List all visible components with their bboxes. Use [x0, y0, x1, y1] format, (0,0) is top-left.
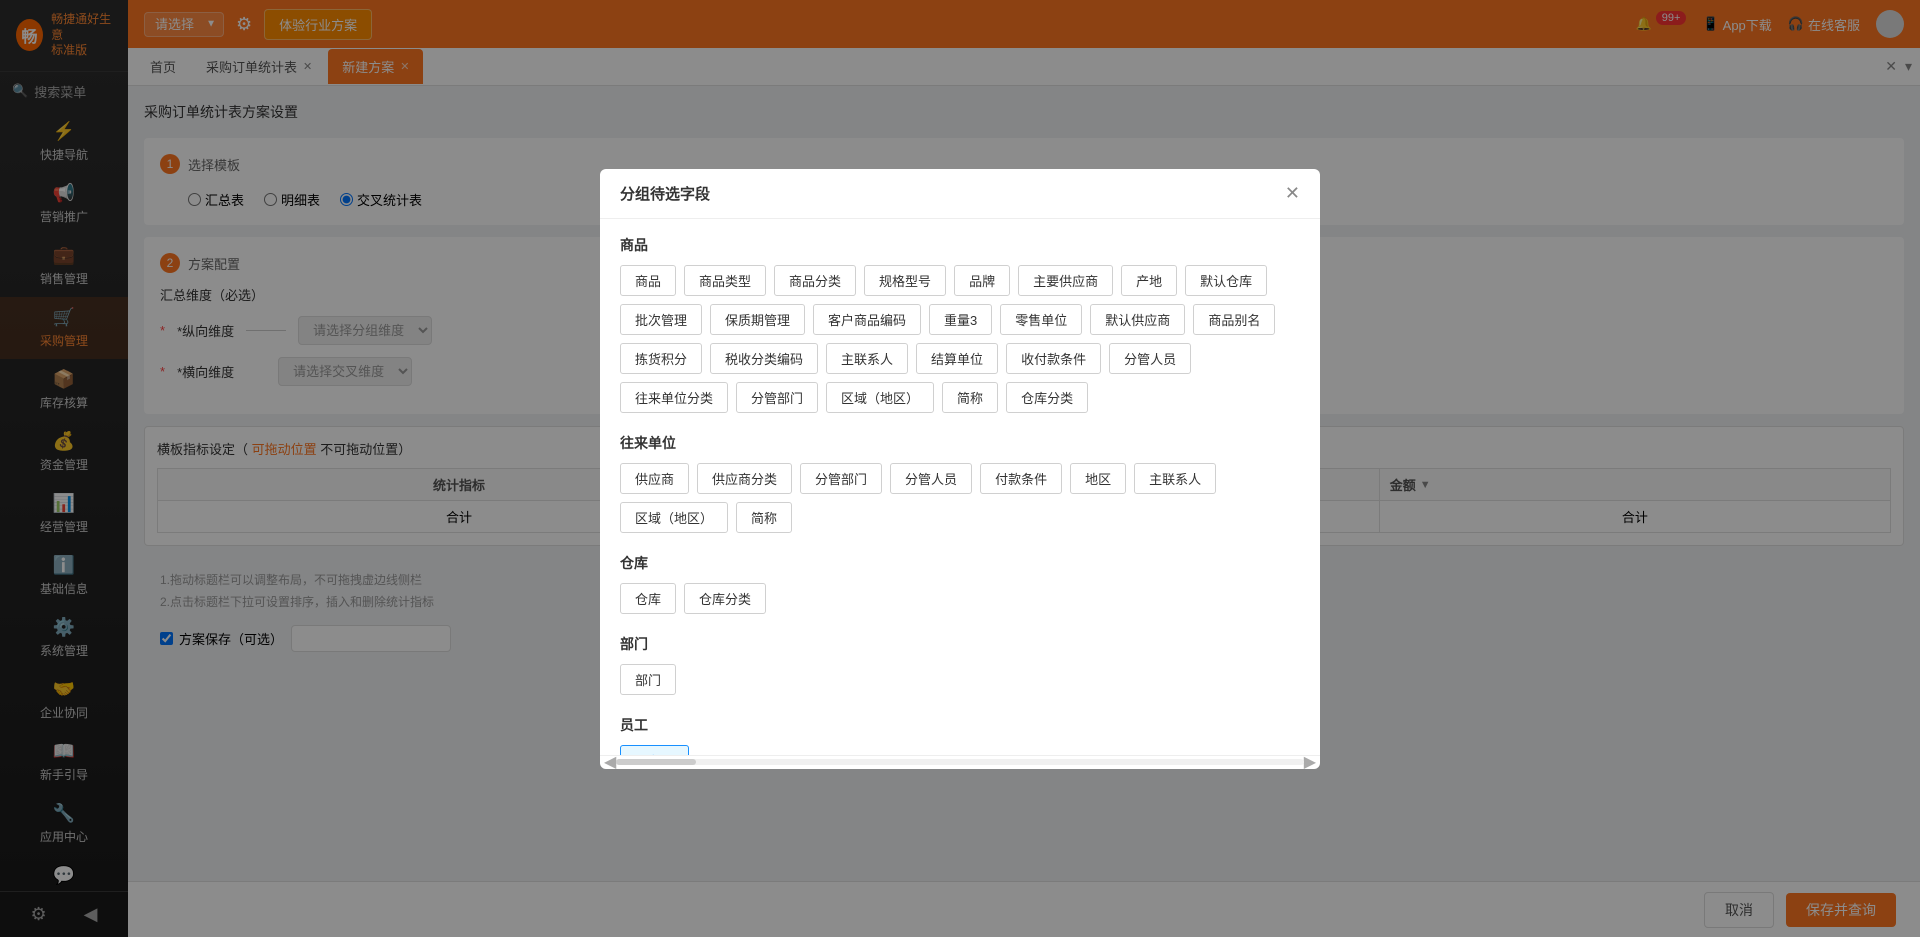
- field-tag-product-20[interactable]: 分管人员: [1109, 343, 1191, 374]
- scroll-left-btn[interactable]: ◀: [604, 752, 616, 772]
- field-tag-dept-0[interactable]: 部门: [620, 664, 676, 695]
- field-tag-product-24[interactable]: 简称: [942, 382, 998, 413]
- field-tags-warehouse: 仓库 仓库分类: [620, 583, 1300, 614]
- field-tag-product-1[interactable]: 商品类型: [684, 265, 766, 296]
- field-tag-product-16[interactable]: 税收分类编码: [710, 343, 818, 374]
- field-tag-partner-1[interactable]: 供应商分类: [697, 463, 792, 494]
- field-tag-partner-7[interactable]: 区域（地区）: [620, 502, 728, 533]
- field-group-staff: 员工 业务员: [620, 715, 1300, 755]
- modal-title: 分组待选字段: [620, 183, 710, 204]
- field-tag-product-3[interactable]: 规格型号: [864, 265, 946, 296]
- field-tag-partner-3[interactable]: 分管人员: [890, 463, 972, 494]
- field-tag-product-13[interactable]: 默认供应商: [1090, 304, 1185, 335]
- modal-horizontal-scrollbar[interactable]: ◀ ▶: [600, 755, 1320, 769]
- field-tag-product-8[interactable]: 批次管理: [620, 304, 702, 335]
- field-tags-partner: 供应商 供应商分类 分管部门 分管人员 付款条件 地区 主联系人 区域（地区） …: [620, 463, 1300, 533]
- field-tag-partner-8[interactable]: 简称: [736, 502, 792, 533]
- field-group-warehouse-title: 仓库: [620, 553, 1300, 573]
- field-tag-product-4[interactable]: 品牌: [954, 265, 1010, 296]
- modal-header: 分组待选字段 ✕: [600, 169, 1320, 219]
- field-tag-partner-6[interactable]: 主联系人: [1134, 463, 1216, 494]
- field-tag-product-11[interactable]: 重量3: [929, 304, 992, 335]
- field-tag-product-12[interactable]: 零售单位: [1000, 304, 1082, 335]
- field-tag-product-22[interactable]: 分管部门: [736, 382, 818, 413]
- field-tag-product-6[interactable]: 产地: [1121, 265, 1177, 296]
- field-tag-partner-5[interactable]: 地区: [1070, 463, 1126, 494]
- field-group-dept: 部门 部门: [620, 634, 1300, 695]
- field-tag-product-19[interactable]: 收付款条件: [1006, 343, 1101, 374]
- field-tag-partner-4[interactable]: 付款条件: [980, 463, 1062, 494]
- field-group-partner-title: 往来单位: [620, 433, 1300, 453]
- scrollbar-track[interactable]: [616, 759, 1303, 765]
- field-tag-product-18[interactable]: 结算单位: [916, 343, 998, 374]
- scrollbar-thumb[interactable]: [616, 759, 696, 765]
- field-tag-partner-2[interactable]: 分管部门: [800, 463, 882, 494]
- field-tag-product-15[interactable]: 拣货积分: [620, 343, 702, 374]
- field-tag-product-14[interactable]: 商品别名: [1193, 304, 1275, 335]
- field-group-partner: 往来单位 供应商 供应商分类 分管部门 分管人员 付款条件 地区 主联系人 区域…: [620, 433, 1300, 533]
- field-tag-staff-0[interactable]: 业务员: [620, 745, 689, 755]
- field-tag-product-10[interactable]: 客户商品编码: [813, 304, 921, 335]
- field-group-staff-title: 员工: [620, 715, 1300, 735]
- field-tag-product-9[interactable]: 保质期管理: [710, 304, 805, 335]
- field-tags-product: 商品 商品类型 商品分类 规格型号 品牌 主要供应商 产地 默认仓库 批次管理 …: [620, 265, 1300, 413]
- field-tag-product-7[interactable]: 默认仓库: [1185, 265, 1267, 296]
- modal-overlay: 分组待选字段 ✕ 商品 商品 商品类型 商品分类 规格型号 品牌 主要供应商 产…: [0, 0, 1920, 937]
- field-tag-product-2[interactable]: 商品分类: [774, 265, 856, 296]
- field-tags-dept: 部门: [620, 664, 1300, 695]
- field-group-product-title: 商品: [620, 235, 1300, 255]
- field-group-warehouse: 仓库 仓库 仓库分类: [620, 553, 1300, 614]
- field-tags-staff: 业务员: [620, 745, 1300, 755]
- field-tag-partner-0[interactable]: 供应商: [620, 463, 689, 494]
- field-tag-warehouse-1[interactable]: 仓库分类: [684, 583, 766, 614]
- field-group-product: 商品 商品 商品类型 商品分类 规格型号 品牌 主要供应商 产地 默认仓库 批次…: [620, 235, 1300, 413]
- field-tag-warehouse-0[interactable]: 仓库: [620, 583, 676, 614]
- modal-body[interactable]: 商品 商品 商品类型 商品分类 规格型号 品牌 主要供应商 产地 默认仓库 批次…: [600, 219, 1320, 755]
- field-tag-product-17[interactable]: 主联系人: [826, 343, 908, 374]
- field-tag-product-0[interactable]: 商品: [620, 265, 676, 296]
- scroll-right-btn[interactable]: ▶: [1304, 752, 1316, 772]
- field-tag-product-21[interactable]: 往来单位分类: [620, 382, 728, 413]
- field-tag-product-5[interactable]: 主要供应商: [1018, 265, 1113, 296]
- field-tag-product-25[interactable]: 仓库分类: [1006, 382, 1088, 413]
- field-tag-product-23[interactable]: 区域（地区）: [826, 382, 934, 413]
- modal-close-button[interactable]: ✕: [1285, 183, 1300, 204]
- field-selection-modal: 分组待选字段 ✕ 商品 商品 商品类型 商品分类 规格型号 品牌 主要供应商 产…: [600, 169, 1320, 769]
- field-group-dept-title: 部门: [620, 634, 1300, 654]
